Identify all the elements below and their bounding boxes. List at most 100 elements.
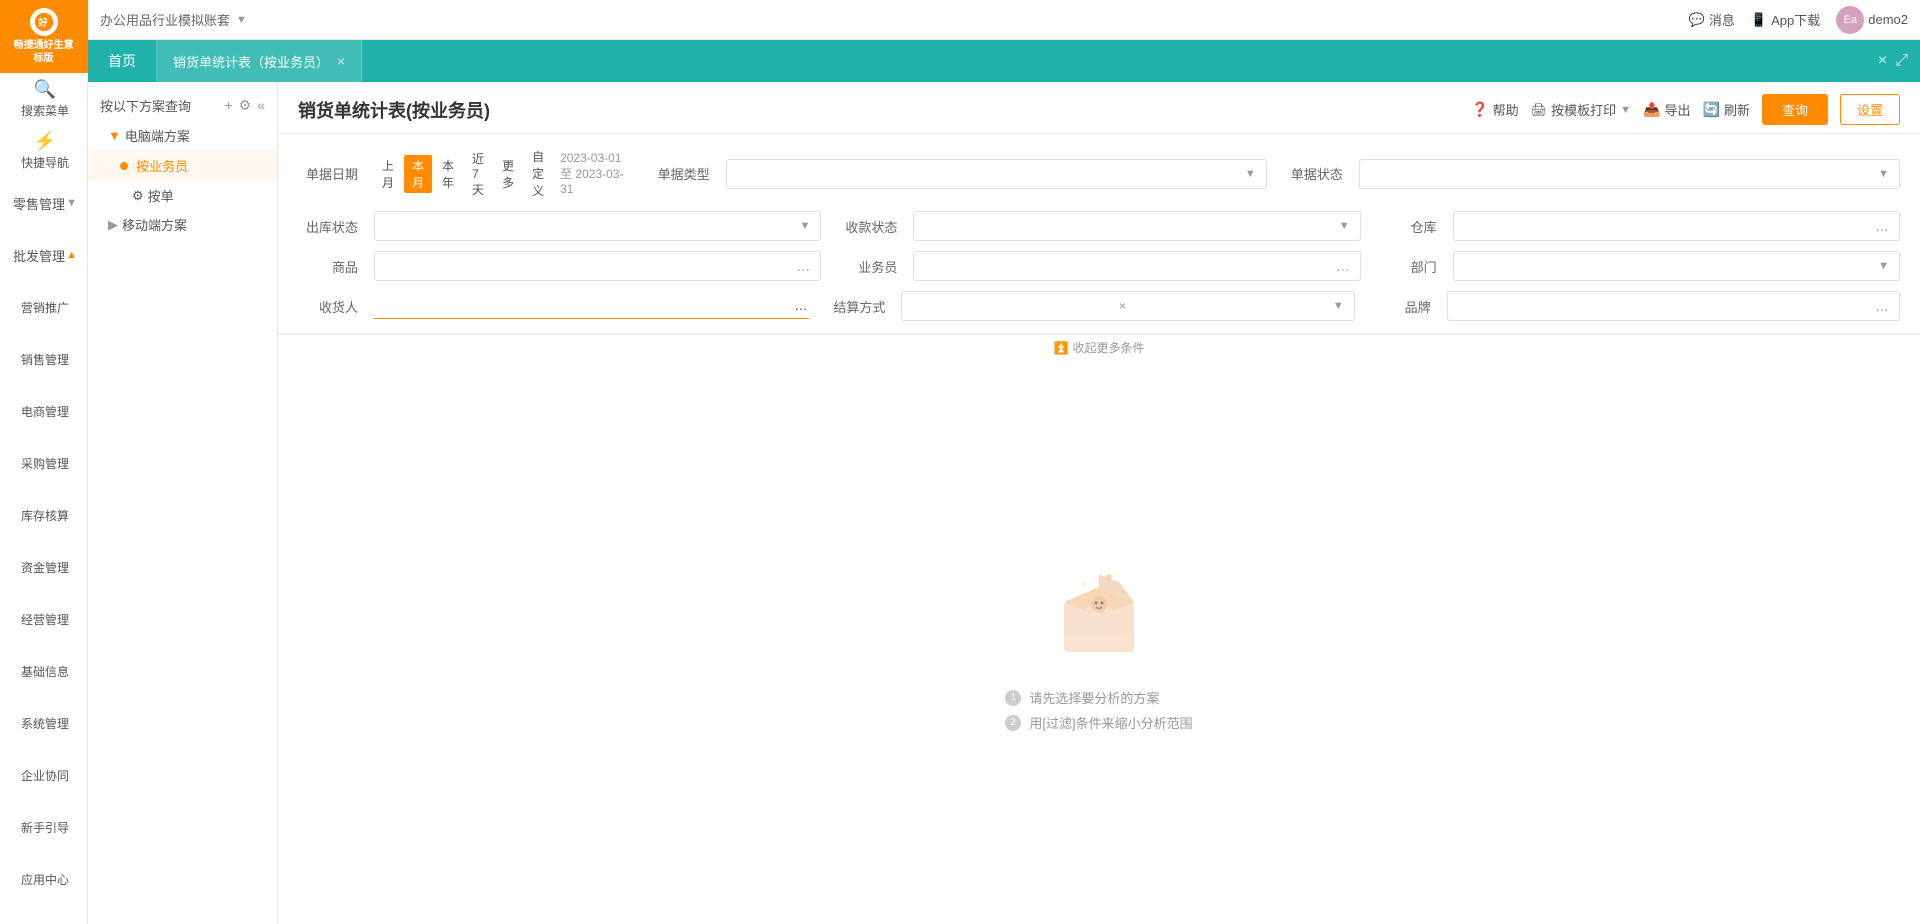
- system-label: 系统管理: [21, 715, 69, 732]
- phone-icon: 📱: [1751, 12, 1767, 28]
- receivestatus-select[interactable]: ▼: [913, 211, 1360, 241]
- tab-close-icon[interactable]: ×: [337, 53, 345, 69]
- consignee-input[interactable]: …: [374, 293, 809, 319]
- tree-child-order[interactable]: ⚙ 按单: [88, 181, 277, 210]
- settings-scheme-btn[interactable]: ⚙: [239, 97, 252, 114]
- query-button[interactable]: 查询: [1762, 94, 1828, 125]
- apps-label: 应用中心: [21, 871, 69, 888]
- brand-label: 品牌: [1371, 297, 1431, 316]
- print-icon: 🖨: [1531, 102, 1548, 118]
- sidebar: 好 畅捷通好生意 标版 🔍 搜索菜单 ⚡ 快捷导航 零售管理 ▼ 批发管理 ▲ …: [0, 0, 88, 924]
- print-btn[interactable]: 🖨 按模板打印 ▼: [1531, 100, 1631, 119]
- sidebar-item-retail[interactable]: 零售管理 ▼: [0, 177, 87, 229]
- sidebar-item-apps[interactable]: 应用中心: [0, 853, 87, 905]
- logo-text: 畅捷通好生意 标版: [14, 39, 74, 65]
- payment-select[interactable]: × ▼: [901, 291, 1354, 321]
- empty-state: 1 请先选择要分析的方案 2 用[过滤]条件来缩小分析范围: [278, 360, 1920, 924]
- empty-tip-2: 2 用[过滤]条件来缩小分析范围: [1005, 713, 1192, 732]
- avatar-text: Ea: [1844, 14, 1857, 26]
- message-icon: 💬: [1689, 12, 1705, 28]
- tree-item-mobile[interactable]: ▶ 移动端方案: [88, 210, 277, 239]
- search-icon: 🔍: [34, 79, 56, 100]
- date-tab-custom[interactable]: 自定义: [524, 146, 552, 201]
- docstatus-dropdown-icon: ▼: [1878, 168, 1889, 180]
- sidebar-item-purchase[interactable]: 采购管理: [0, 437, 87, 489]
- message-label: 消息: [1709, 10, 1735, 29]
- sidebar-nav: 🔍 搜索菜单 ⚡ 快捷导航 零售管理 ▼ 批发管理 ▲ 营销推广 销售管理 电商…: [0, 73, 87, 924]
- date-tab-this-year[interactable]: 本年: [434, 155, 462, 193]
- empty-tip-1: 1 请先选择要分析的方案: [1005, 688, 1192, 707]
- sidebar-item-wholesale[interactable]: 批发管理 ▲: [0, 229, 87, 281]
- sidebar-item-enterprise[interactable]: 企业协同: [0, 749, 87, 801]
- sidebar-item-inventory[interactable]: 库存核算: [0, 489, 87, 541]
- outstatus-select[interactable]: ▼: [374, 211, 821, 241]
- docstatus-label: 单据状态: [1283, 164, 1343, 183]
- payment-dropdown-icon: ▼: [1333, 300, 1344, 312]
- tip-num-2: 2: [1005, 715, 1021, 731]
- collapse-btn[interactable]: ⏫ 收起更多条件: [1054, 339, 1145, 356]
- warehouse-label: 仓库: [1377, 217, 1437, 236]
- add-scheme-btn[interactable]: +: [224, 97, 232, 114]
- date-tab-more[interactable]: 更多: [494, 155, 522, 193]
- account-dropdown-icon[interactable]: ▼: [236, 14, 247, 26]
- tab-maximize-btn[interactable]: ⤢: [1895, 52, 1908, 70]
- tree-item-mobile-label: 移动端方案: [122, 215, 187, 234]
- sidebar-item-system[interactable]: 系统管理: [0, 697, 87, 749]
- tab-active[interactable]: 销货单统计表（按业务员） ×: [157, 40, 362, 82]
- settings-button[interactable]: 设置: [1840, 94, 1900, 125]
- date-tab-this-month[interactable]: 本月: [404, 155, 432, 193]
- sidebar-item-sales[interactable]: 销售管理: [0, 333, 87, 385]
- sidebar-item-ecommerce[interactable]: 电商管理: [0, 385, 87, 437]
- user-menu[interactable]: Ea demo2: [1836, 6, 1908, 34]
- sidebar-item-marketing[interactable]: 营销推广: [0, 281, 87, 333]
- sidebar-item-wechat[interactable]: 企业微信: [0, 905, 87, 924]
- date-tab-7days[interactable]: 近7天: [464, 148, 492, 200]
- payment-clear-icon[interactable]: ×: [1119, 299, 1126, 313]
- docstatus-select[interactable]: ▼: [1359, 159, 1900, 189]
- message-btn[interactable]: 💬 消息: [1689, 10, 1735, 29]
- date-range-text: 2023-03-01 至 2023-03-31: [560, 151, 634, 196]
- tab-home[interactable]: 首页: [88, 40, 157, 82]
- empty-illustration: [1039, 552, 1159, 672]
- tree-item-pc[interactable]: ▼ 电脑端方案: [88, 121, 277, 150]
- tree-expand-icon-mobile: ▶: [108, 217, 118, 233]
- tree-item-pc-label: 电脑端方案: [125, 126, 190, 145]
- left-panel: 按以下方案查询 + ⚙ « ▼ 电脑端方案 按业务员 ⚙ 按单: [88, 82, 278, 924]
- operations-label: 经营管理: [21, 611, 69, 628]
- goods-select[interactable]: …: [374, 251, 821, 281]
- receivestatus-label: 收款状态: [837, 217, 897, 236]
- sidebar-item-operations[interactable]: 经营管理: [0, 593, 87, 645]
- app-download-label: App下载: [1771, 10, 1820, 29]
- user-label: demo2: [1868, 12, 1908, 27]
- filter-row-2: 出库状态 ▼ 收款状态 ▼ 仓库 …: [298, 211, 1900, 241]
- page-header: 销货单统计表(按业务员) ❓ 帮助 🖨 按模板打印 ▼ 📤 导出: [278, 82, 1920, 134]
- main-area: 办公用品行业模拟账套 ▼ 💬 消息 📱 App下载 Ea demo2 首页: [88, 0, 1920, 924]
- sidebar-item-shortcut[interactable]: ⚡ 快捷导航: [0, 125, 87, 177]
- dept-dropdown-icon: ▼: [1878, 260, 1889, 272]
- brand-select[interactable]: …: [1447, 291, 1900, 321]
- sidebar-item-guide[interactable]: 新手引导: [0, 801, 87, 853]
- app-download-btn[interactable]: 📱 App下载: [1751, 10, 1820, 29]
- finance-label: 资金管理: [21, 559, 69, 576]
- right-panel: 销货单统计表(按业务员) ❓ 帮助 🖨 按模板打印 ▼ 📤 导出: [278, 82, 1920, 924]
- export-btn[interactable]: 📤 导出: [1643, 100, 1690, 119]
- doctype-select[interactable]: ▼: [726, 159, 1267, 189]
- collapse-panel-btn[interactable]: «: [257, 97, 265, 114]
- tree-child-staff[interactable]: 按业务员: [88, 150, 277, 181]
- sidebar-item-search[interactable]: 🔍 搜索菜单: [0, 73, 87, 125]
- collapse-label: 收起更多条件: [1072, 339, 1144, 356]
- sidebar-item-basic[interactable]: 基础信息: [0, 645, 87, 697]
- tab-home-label: 首页: [108, 51, 136, 71]
- dept-select[interactable]: ▼: [1453, 251, 1900, 281]
- help-btn[interactable]: ❓ 帮助: [1471, 100, 1518, 119]
- retail-arrow: ▼: [66, 197, 77, 209]
- date-tab-last-month[interactable]: 上月: [374, 155, 402, 193]
- warehouse-select[interactable]: …: [1453, 211, 1900, 241]
- tip-text-2: 用[过滤]条件来缩小分析范围: [1029, 713, 1192, 732]
- tab-minimize-btn[interactable]: ×: [1878, 52, 1887, 70]
- sidebar-item-finance[interactable]: 资金管理: [0, 541, 87, 593]
- refresh-btn[interactable]: 🔄 刷新: [1703, 100, 1750, 119]
- date-label: 单据日期: [298, 164, 358, 183]
- help-label: 帮助: [1493, 100, 1519, 119]
- staff-select[interactable]: …: [913, 251, 1360, 281]
